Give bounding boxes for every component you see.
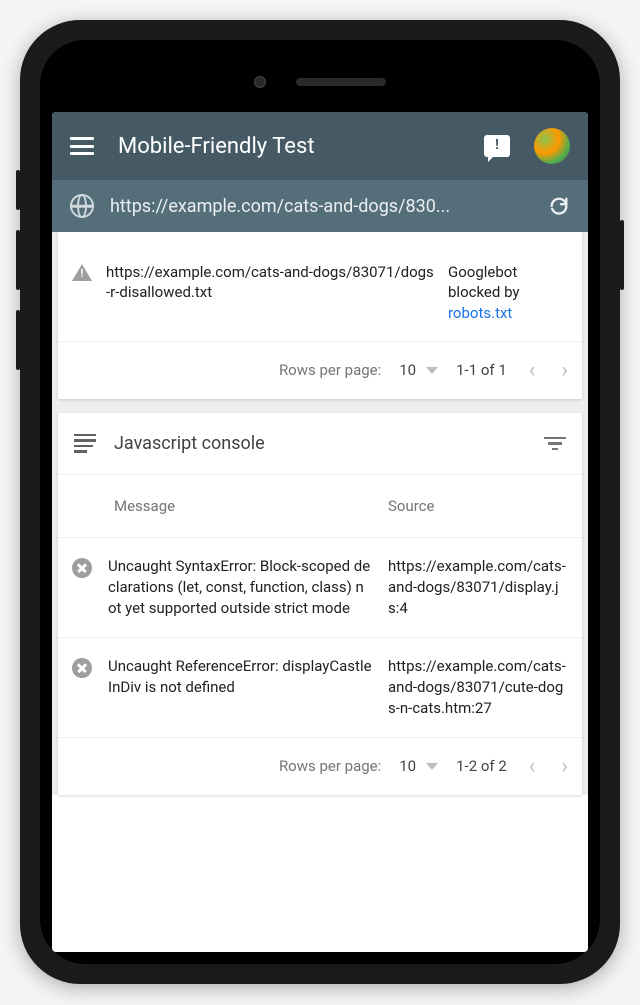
rows-per-page-label: Rows per page: <box>279 361 381 379</box>
globe-icon <box>70 194 94 218</box>
page-title: Mobile-Friendly Test <box>118 134 460 159</box>
url-bar: https://example.com/cats-and-dogs/830... <box>52 180 588 232</box>
chevron-down-icon <box>426 763 438 770</box>
column-header-source: Source <box>388 497 568 515</box>
next-page-button[interactable]: › <box>557 358 572 383</box>
prev-page-button[interactable]: ‹ <box>525 754 540 779</box>
console-card: Javascript console Message Source Uncaug… <box>58 413 582 795</box>
next-page-button[interactable]: › <box>557 754 572 779</box>
phone-side-button <box>16 230 20 290</box>
console-pagination: Rows per page: 10 1-2 of 2 ‹ › <box>58 738 582 795</box>
resources-pagination: Rows per page: 10 1-1 of 1 ‹ › <box>58 341 582 399</box>
app-screen: Mobile-Friendly Test ! https://example.c… <box>52 112 588 952</box>
phone-speaker-area <box>52 52 588 112</box>
resource-row: https://example.com/cats-and-dogs/83071/… <box>58 244 582 341</box>
reload-icon[interactable] <box>548 195 570 217</box>
phone-frame: Mobile-Friendly Test ! https://example.c… <box>20 20 620 984</box>
page-range: 1-2 of 2 <box>456 757 507 775</box>
console-list-icon <box>74 434 96 453</box>
console-table-header: Message Source <box>58 475 582 538</box>
phone-side-button <box>620 220 624 290</box>
column-header-message: Message <box>114 497 368 515</box>
robots-txt-link[interactable]: robots.txt <box>448 304 512 322</box>
filter-icon[interactable] <box>544 437 566 451</box>
resource-reason: Googlebot blocked by robots.txt <box>448 262 568 323</box>
console-row: Uncaught ReferenceError: displayCastleIn… <box>58 638 582 738</box>
avatar[interactable] <box>534 128 570 164</box>
rows-per-page-select[interactable]: 10 <box>399 361 438 379</box>
error-icon <box>72 658 92 678</box>
rows-per-page-label: Rows per page: <box>279 757 381 775</box>
console-title: Javascript console <box>114 433 526 454</box>
feedback-icon[interactable]: ! <box>484 135 510 157</box>
rows-per-page-select[interactable]: 10 <box>399 757 438 775</box>
console-message: Uncaught ReferenceError: displayCastleIn… <box>108 656 372 698</box>
phone-side-button <box>16 310 20 370</box>
console-row: Uncaught SyntaxError: Block-scoped decla… <box>58 538 582 638</box>
warning-icon <box>72 264 92 281</box>
menu-icon[interactable] <box>70 137 94 155</box>
console-source: https://example.com/cats-and-dogs/83071/… <box>388 656 568 719</box>
console-header: Javascript console <box>58 413 582 475</box>
chevron-down-icon <box>426 367 438 374</box>
prev-page-button[interactable]: ‹ <box>525 358 540 383</box>
phone-side-button <box>16 170 20 210</box>
page-range: 1-1 of 1 <box>456 361 507 379</box>
resources-card: https://example.com/cats-and-dogs/83071/… <box>58 232 582 399</box>
resource-url: https://example.com/cats-and-dogs/83071/… <box>106 262 434 303</box>
error-icon <box>72 558 92 578</box>
console-message: Uncaught SyntaxError: Block-scoped decla… <box>108 556 372 619</box>
app-header: Mobile-Friendly Test ! <box>52 112 588 180</box>
phone-camera-dot <box>254 76 266 88</box>
console-source: https://example.com/cats-and-dogs/83071/… <box>388 556 568 619</box>
url-input[interactable]: https://example.com/cats-and-dogs/830... <box>110 196 532 217</box>
phone-speaker <box>296 78 386 86</box>
